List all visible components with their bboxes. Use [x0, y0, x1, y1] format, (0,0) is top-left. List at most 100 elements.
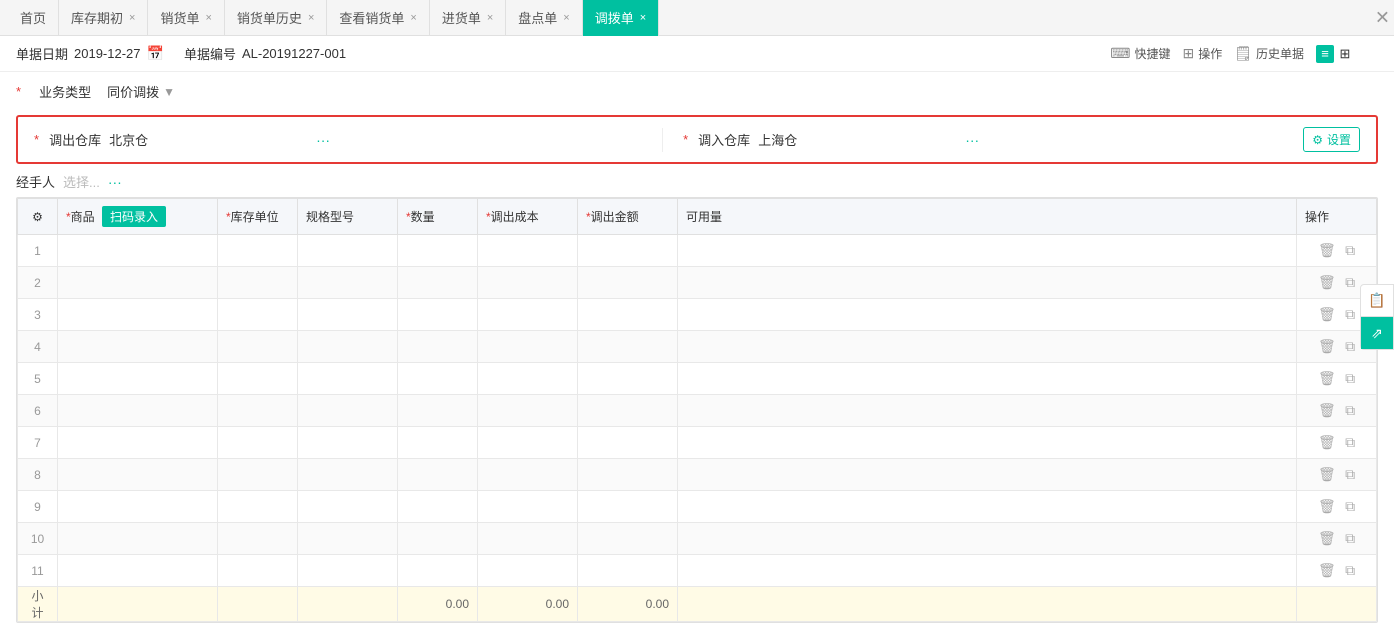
product-cell[interactable] — [58, 523, 218, 555]
copy-icon[interactable]: ⧉ — [1345, 402, 1355, 418]
amount-cell[interactable] — [578, 459, 678, 491]
tab-home[interactable]: 首页 — [8, 0, 59, 36]
unit-cell[interactable] — [218, 331, 298, 363]
close-icon[interactable]: × — [205, 12, 211, 24]
copy-icon[interactable]: ⧉ — [1345, 242, 1355, 258]
quantity-cell[interactable] — [398, 395, 478, 427]
delete-icon[interactable]: 🗑 — [1318, 498, 1336, 514]
delete-icon[interactable]: 🗑 — [1318, 466, 1336, 482]
cost-cell[interactable] — [478, 331, 578, 363]
amount-cell[interactable] — [578, 299, 678, 331]
warehouse-out-more-icon[interactable]: ··· — [316, 132, 330, 148]
available-cell[interactable] — [678, 235, 1297, 267]
unit-cell[interactable] — [218, 459, 298, 491]
cost-cell[interactable] — [478, 523, 578, 555]
layout-grid-icon[interactable]: ⊞ — [1336, 45, 1354, 63]
available-cell[interactable] — [678, 331, 1297, 363]
close-icon[interactable]: × — [308, 12, 314, 24]
spec-cell[interactable] — [298, 523, 398, 555]
settings-col-header[interactable]: ⚙ — [18, 199, 58, 235]
cost-cell[interactable] — [478, 235, 578, 267]
unit-cell[interactable] — [218, 427, 298, 459]
float-doc-icon[interactable]: 📋 — [1361, 285, 1393, 317]
warehouse-in-more-icon[interactable]: ··· — [965, 132, 979, 148]
tab-view-sales[interactable]: 查看销货单 × — [327, 0, 429, 36]
unit-cell[interactable] — [218, 491, 298, 523]
cost-cell[interactable] — [478, 395, 578, 427]
copy-icon[interactable]: ⧉ — [1345, 530, 1355, 546]
spec-cell[interactable] — [298, 427, 398, 459]
available-cell[interactable] — [678, 267, 1297, 299]
product-cell[interactable] — [58, 331, 218, 363]
delete-icon[interactable]: 🗑 — [1318, 434, 1336, 450]
close-icon[interactable]: × — [410, 12, 416, 24]
delete-icon[interactable]: 🗑 — [1318, 274, 1336, 290]
product-cell[interactable] — [58, 299, 218, 331]
spec-cell[interactable] — [298, 363, 398, 395]
quantity-cell[interactable] — [398, 267, 478, 299]
available-cell[interactable] — [678, 523, 1297, 555]
close-icon[interactable]: × — [129, 12, 135, 24]
amount-cell[interactable] — [578, 395, 678, 427]
unit-cell[interactable] — [218, 555, 298, 587]
product-cell[interactable] — [58, 363, 218, 395]
history-action[interactable]: 🗒 历史单据 — [1234, 45, 1304, 62]
quantity-cell[interactable] — [398, 523, 478, 555]
available-cell[interactable] — [678, 363, 1297, 395]
copy-icon[interactable]: ⧉ — [1345, 434, 1355, 450]
close-icon[interactable]: × — [487, 12, 493, 24]
product-cell[interactable] — [58, 427, 218, 459]
tab-transfer[interactable]: 调拨单 × — [583, 0, 659, 36]
handler-more-icon[interactable]: ··· — [108, 174, 122, 190]
available-cell[interactable] — [678, 491, 1297, 523]
tab-sales-history[interactable]: 销货单历史 × — [225, 0, 327, 36]
quantity-cell[interactable] — [398, 299, 478, 331]
unit-cell[interactable] — [218, 235, 298, 267]
amount-cell[interactable] — [578, 523, 678, 555]
shortcuts-action[interactable]: ⌨ 快捷键 — [1110, 45, 1170, 62]
copy-icon[interactable]: ⧉ — [1345, 466, 1355, 482]
unit-cell[interactable] — [218, 523, 298, 555]
cost-cell[interactable] — [478, 491, 578, 523]
quantity-cell[interactable] — [398, 491, 478, 523]
copy-icon[interactable]: ⧉ — [1345, 370, 1355, 386]
amount-cell[interactable] — [578, 555, 678, 587]
tab-inventory-init[interactable]: 库存期初 × — [59, 0, 148, 36]
cost-cell[interactable] — [478, 427, 578, 459]
table-scroll[interactable]: ⚙ *商品 扫码录入 *库存单位 规格型号 *数量 *调出成本 *调出金额 可用… — [17, 198, 1377, 622]
delete-icon[interactable]: 🗑 — [1318, 242, 1336, 258]
product-cell[interactable] — [58, 555, 218, 587]
unit-cell[interactable] — [218, 363, 298, 395]
available-cell[interactable] — [678, 427, 1297, 459]
product-cell[interactable] — [58, 267, 218, 299]
spec-cell[interactable] — [298, 555, 398, 587]
available-cell[interactable] — [678, 555, 1297, 587]
amount-cell[interactable] — [578, 267, 678, 299]
tab-purchase[interactable]: 进货单 × — [430, 0, 506, 36]
delete-icon[interactable]: 🗑 — [1318, 402, 1336, 418]
cost-cell[interactable] — [478, 555, 578, 587]
delete-icon[interactable]: 🗑 — [1318, 338, 1336, 354]
quantity-cell[interactable] — [398, 235, 478, 267]
delete-icon[interactable]: 🗑 — [1318, 562, 1336, 578]
float-expand-icon[interactable]: ⇗ — [1361, 317, 1393, 349]
quantity-cell[interactable] — [398, 555, 478, 587]
copy-icon[interactable]: ⧉ — [1345, 338, 1355, 354]
spec-cell[interactable] — [298, 235, 398, 267]
copy-icon[interactable]: ⧉ — [1345, 498, 1355, 514]
amount-cell[interactable] — [578, 427, 678, 459]
tab-sales-order[interactable]: 销货单 × — [148, 0, 224, 36]
quantity-cell[interactable] — [398, 459, 478, 491]
available-cell[interactable] — [678, 395, 1297, 427]
operations-action[interactable]: ⊞ 操作 — [1182, 45, 1222, 62]
spec-cell[interactable] — [298, 459, 398, 491]
product-cell[interactable] — [58, 395, 218, 427]
copy-icon[interactable]: ⧉ — [1345, 306, 1355, 322]
cost-cell[interactable] — [478, 459, 578, 491]
cost-cell[interactable] — [478, 299, 578, 331]
spec-cell[interactable] — [298, 491, 398, 523]
copy-icon[interactable]: ⧉ — [1345, 562, 1355, 578]
spec-cell[interactable] — [298, 267, 398, 299]
calendar-icon[interactable]: 📅 — [147, 45, 164, 62]
amount-cell[interactable] — [578, 491, 678, 523]
